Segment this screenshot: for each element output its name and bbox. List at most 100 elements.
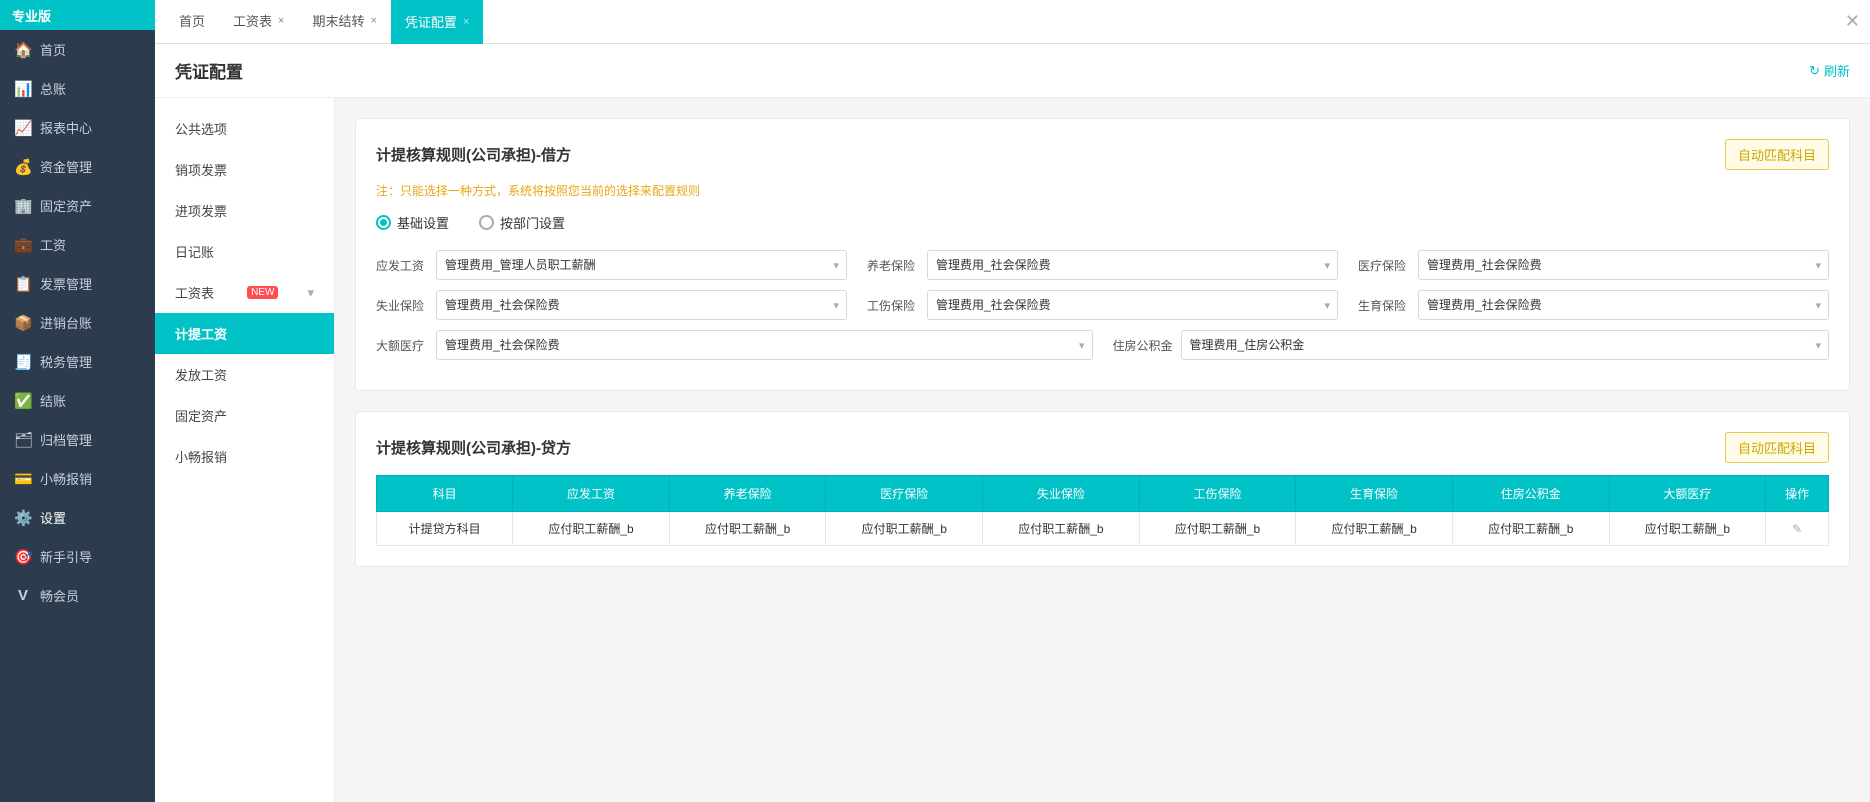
main-content: 首页 工资表 × 期末结转 × 凭证配置 × ✕ 凭证配置 ↻ 刷新 公共选项: [155, 0, 1870, 802]
label-gongshang: 工伤保险: [867, 297, 919, 314]
th-gongshang: 工伤保险: [1139, 476, 1296, 512]
sidebar-item-vip[interactable]: V 畅会员: [0, 576, 155, 615]
label-yiliao: 医疗保险: [1358, 257, 1410, 274]
sidebar-item-label: 资金管理: [40, 157, 92, 176]
refresh-button[interactable]: ↻ 刷新: [1809, 61, 1850, 80]
radio-by-dept[interactable]: 按部门设置: [479, 213, 565, 232]
sub-nav-public-options[interactable]: 公共选项: [155, 108, 334, 149]
radio-basic[interactable]: 基础设置: [376, 213, 449, 232]
global-close-button[interactable]: ✕: [1845, 11, 1860, 32]
select-wrapper-gongshang: 管理费用_社会保险费: [927, 290, 1338, 320]
sidebar-item-label: 税务管理: [40, 352, 92, 371]
select-yiliao[interactable]: 管理费用_社会保险费: [1418, 250, 1829, 280]
sidebar-item-general-ledger[interactable]: 📊 总账: [0, 69, 155, 108]
app-title: 专业版: [0, 0, 155, 30]
select-wrapper-daeyiliao: 管理费用_社会保险费: [436, 330, 1093, 360]
tab-salary-table-close[interactable]: ×: [278, 15, 284, 27]
field-shiye: 失业保险 管理费用_社会保险费: [376, 290, 847, 320]
tab-voucher-config[interactable]: 凭证配置 ×: [391, 0, 483, 44]
tab-home[interactable]: 首页: [165, 0, 219, 44]
sub-nav-label: 进项发票: [175, 201, 227, 220]
sidebar-item-xiaochangbaoxiao[interactable]: 💳 小畅报销: [0, 459, 155, 498]
select-gongjijin[interactable]: 管理费用_住房公积金: [1181, 330, 1829, 360]
sidebar-item-close-account[interactable]: ✅ 结账: [0, 381, 155, 420]
sub-nav-label: 固定资产: [175, 406, 227, 425]
credit-rules-table: 科目 应发工资 养老保险 医疗保险 失业保险 工伤保险 生育保险 住房公积金 大…: [376, 475, 1829, 546]
select-yanglao[interactable]: 管理费用_社会保险费: [927, 250, 1338, 280]
td-action[interactable]: ✎: [1766, 512, 1829, 546]
tab-voucher-config-close[interactable]: ×: [463, 16, 469, 28]
section-debit-rules: 计提核算规则(公司承担)-借方 自动匹配科目 注：只能选择一种方式，系统将按照您…: [355, 118, 1850, 391]
label-daeyiliao: 大额医疗: [376, 337, 428, 354]
sidebar-item-fund-management[interactable]: 💰 资金管理: [0, 147, 155, 186]
radio-basic-circle: [376, 215, 391, 230]
label-shiye: 失业保险: [376, 297, 428, 314]
expand-icon: ▾: [307, 285, 314, 301]
sub-nav-label: 日记账: [175, 242, 214, 261]
select-shengyu[interactable]: 管理费用_社会保险费: [1418, 290, 1829, 320]
auto-match-credit-button[interactable]: 自动匹配科目: [1725, 432, 1829, 463]
form-row-3: 大额医疗 管理费用_社会保险费 住房公积金 管理费用_住房公积金: [376, 330, 1829, 360]
td-yingfa: 应付职工薪酬_b: [513, 512, 670, 546]
form-row-2: 失业保险 管理费用_社会保险费 工伤保险 管理费用_社会保险费: [376, 290, 1829, 320]
select-yingfagongzi[interactable]: 管理费用_管理人员职工薪酬: [436, 250, 847, 280]
sub-nav-salary-table[interactable]: 工资表 NEW ▾: [155, 272, 334, 313]
sidebar-item-archive[interactable]: 🗂 归档管理: [0, 420, 155, 459]
label-yanglao: 养老保险: [867, 257, 919, 274]
select-daeyiliao[interactable]: 管理费用_社会保险费: [436, 330, 1093, 360]
select-wrapper-shengyu: 管理费用_社会保险费: [1418, 290, 1829, 320]
sidebar-item-home[interactable]: 🏠 首页: [0, 30, 155, 69]
label-yingfagongzi: 应发工资: [376, 257, 428, 274]
sub-nav-label: 计提工资: [175, 324, 227, 343]
field-gongjijin: 住房公积金 管理费用_住房公积金: [1113, 330, 1830, 360]
guide-icon: 🎯: [14, 548, 32, 566]
select-shiye[interactable]: 管理费用_社会保险费: [436, 290, 847, 320]
sidebar-item-purchase-sale[interactable]: 📦 进销台账: [0, 303, 155, 342]
salary-icon: 💼: [14, 236, 32, 254]
sub-nav-sales-invoice[interactable]: 销项发票: [155, 149, 334, 190]
tab-period-close-close[interactable]: ×: [370, 15, 376, 27]
auto-match-debit-button[interactable]: 自动匹配科目: [1725, 139, 1829, 170]
sidebar-item-report-center[interactable]: 📈 报表中心: [0, 108, 155, 147]
sidebar-item-tax-management[interactable]: 🧾 税务管理: [0, 342, 155, 381]
sub-nav-label: 小畅报销: [175, 447, 227, 466]
field-yanglao: 养老保险 管理费用_社会保险费: [867, 250, 1338, 280]
select-gongshang[interactable]: 管理费用_社会保险费: [927, 290, 1338, 320]
sub-nav-fixed-assets[interactable]: 固定资产: [155, 395, 334, 436]
th-shengyu: 生育保险: [1296, 476, 1453, 512]
sidebar-item-invoice-management[interactable]: 📋 发票管理: [0, 264, 155, 303]
edit-icon[interactable]: ✎: [1792, 522, 1802, 536]
sidebar-item-new-guide[interactable]: 🎯 新手引导: [0, 537, 155, 576]
sub-nav-pay-salary[interactable]: 发放工资: [155, 354, 334, 395]
radio-basic-label: 基础设置: [397, 213, 449, 232]
th-yiliao: 医疗保险: [826, 476, 983, 512]
tab-salary-table[interactable]: 工资表 ×: [219, 0, 298, 44]
sidebar-item-settings[interactable]: ⚙️ 设置: [0, 498, 155, 537]
sidebar-item-label: 固定资产: [40, 196, 92, 215]
close-account-icon: ✅: [14, 392, 32, 410]
sub-nav-purchase-invoice[interactable]: 进项发票: [155, 190, 334, 231]
page-header: 凭证配置 ↻ 刷新: [155, 44, 1870, 98]
sidebar: 专业版 🏠 首页 📊 总账 📈 报表中心 💰 资金管理 🏢 固定资产 💼 工资 …: [0, 0, 155, 802]
select-wrapper-yiliao: 管理费用_社会保险费: [1418, 250, 1829, 280]
tab-period-close-label: 期末结转: [312, 11, 364, 30]
report-icon: 📈: [14, 119, 32, 137]
sidebar-item-label: 结账: [40, 391, 66, 410]
ledger-icon: 📊: [14, 80, 32, 98]
th-kemu: 科目: [377, 476, 513, 512]
sub-nav-journal[interactable]: 日记账: [155, 231, 334, 272]
th-daeyiliao: 大额医疗: [1609, 476, 1766, 512]
tab-period-close[interactable]: 期末结转 ×: [298, 0, 390, 44]
td-shengyu: 应付职工薪酬_b: [1296, 512, 1453, 546]
th-shiye: 失业保险: [983, 476, 1140, 512]
sidebar-item-label: 小畅报销: [40, 469, 92, 488]
sub-nav-salary-calc[interactable]: 计提工资: [155, 313, 334, 354]
right-content: 计提核算规则(公司承担)-借方 自动匹配科目 注：只能选择一种方式，系统将按照您…: [335, 98, 1870, 802]
sidebar-item-salary[interactable]: 💼 工资: [0, 225, 155, 264]
select-wrapper-yanglao: 管理费用_社会保险费: [927, 250, 1338, 280]
section-credit-rules: 计提核算规则(公司承担)-贷方 自动匹配科目 科目 应发工资 养老保险 医疗保险…: [355, 411, 1850, 567]
sub-nav-xiaochangbaoxiao[interactable]: 小畅报销: [155, 436, 334, 477]
refresh-label: 刷新: [1824, 61, 1850, 80]
section2-title: 计提核算规则(公司承担)-贷方: [376, 437, 571, 458]
sidebar-item-fixed-assets[interactable]: 🏢 固定资产: [0, 186, 155, 225]
